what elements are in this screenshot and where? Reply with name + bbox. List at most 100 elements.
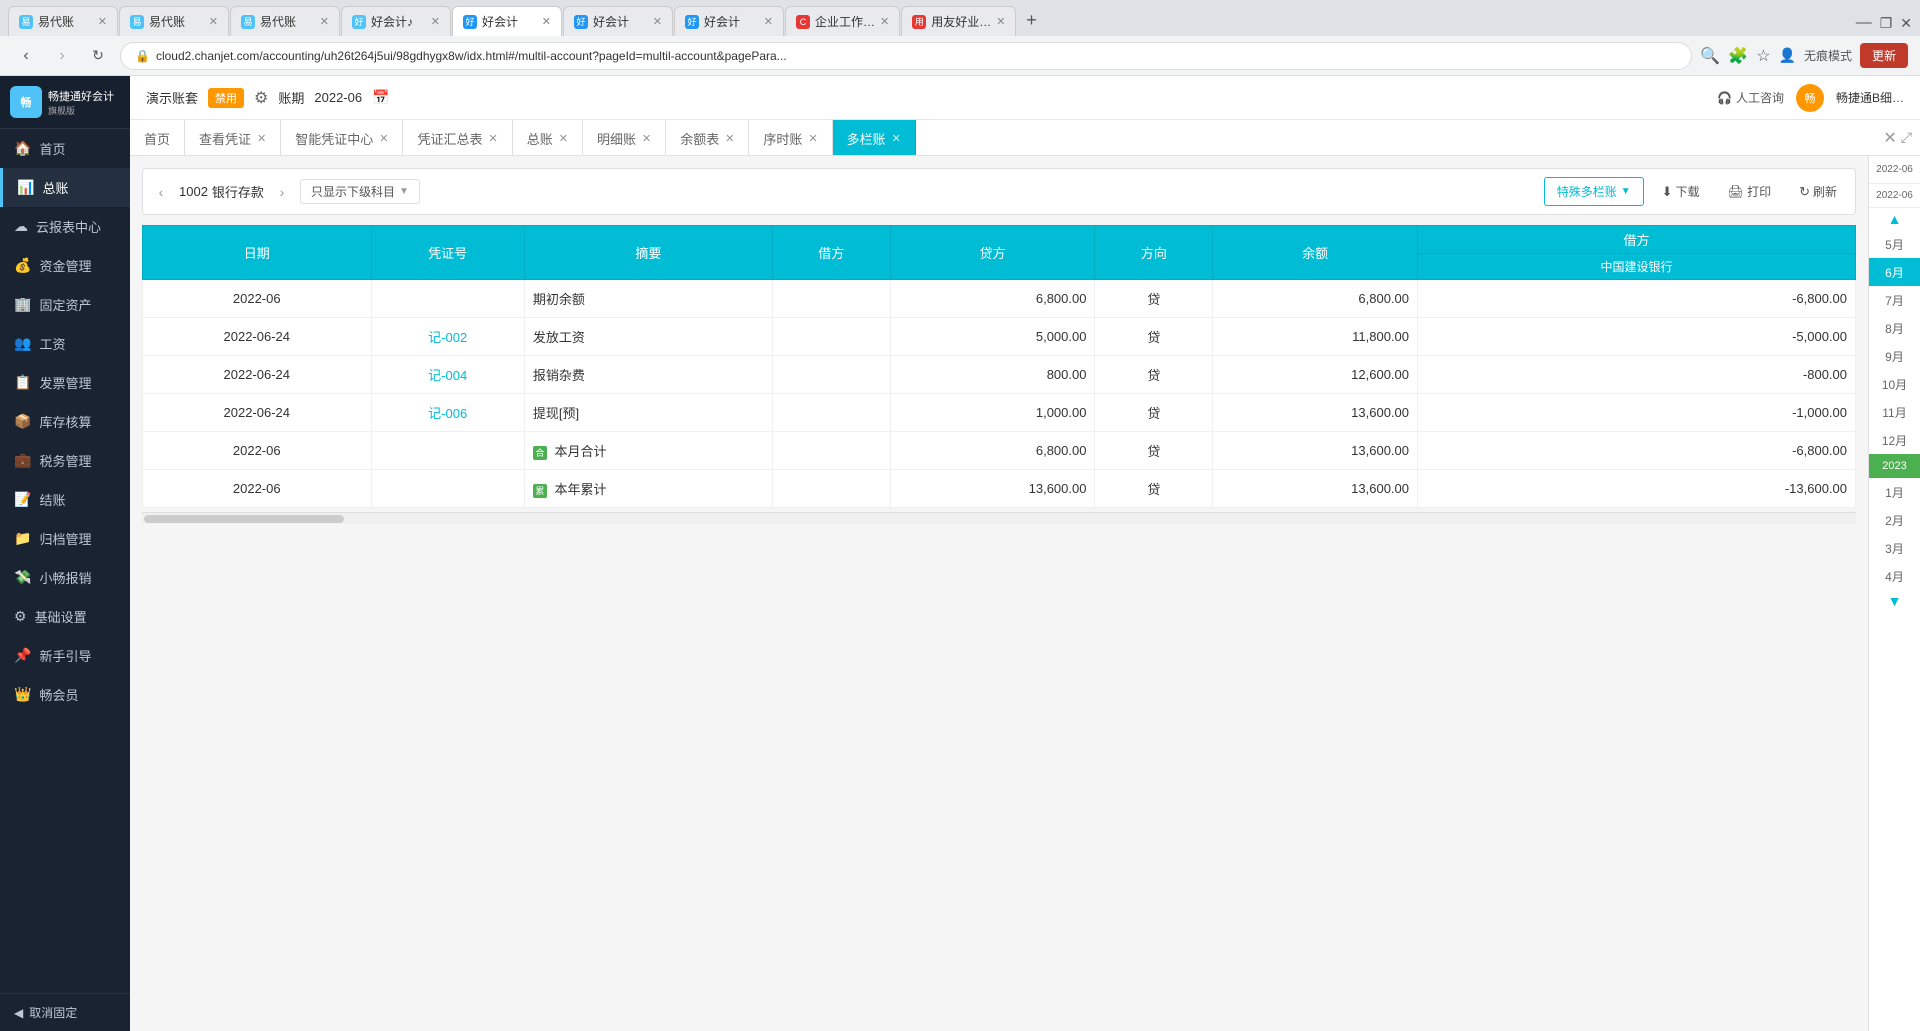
page-tab-smart[interactable]: 智能凭证中心 ✕ bbox=[281, 120, 403, 156]
cal-month-10[interactable]: 10月 bbox=[1869, 370, 1920, 398]
cal-month-1-2023[interactable]: 1月 bbox=[1869, 478, 1920, 506]
cal-month-6[interactable]: 6月 bbox=[1869, 258, 1920, 286]
tab1-close[interactable]: ✕ bbox=[98, 15, 107, 28]
page-tab-summary[interactable]: 凭证汇总表 ✕ bbox=[403, 120, 512, 156]
cal-year-2023-badge[interactable]: 2023 bbox=[1869, 454, 1920, 478]
browser-tab-1[interactable]: 易 易代账 ✕ bbox=[8, 6, 118, 36]
tab-add-button[interactable]: + bbox=[1017, 6, 1045, 34]
browser-tab-5-active[interactable]: 好 好会计 ✕ bbox=[452, 6, 562, 36]
nav-item-assets[interactable]: 🏢 固定资产 bbox=[0, 285, 130, 324]
tab8-close[interactable]: ✕ bbox=[880, 15, 889, 28]
cell-voucher-3[interactable]: 记-006 bbox=[371, 394, 524, 432]
consult-button[interactable]: 🎧 人工咨询 bbox=[1717, 89, 1784, 106]
print-btn[interactable]: 🖨 打印 bbox=[1718, 178, 1782, 205]
tab-expand-icon[interactable]: ⤢ bbox=[1901, 129, 1912, 146]
minimize-icon[interactable]: — bbox=[1856, 14, 1872, 32]
cal-month-11[interactable]: 11月 bbox=[1869, 398, 1920, 426]
cal-month-3-2023[interactable]: 3月 bbox=[1869, 534, 1920, 562]
cell-voucher-2[interactable]: 记-004 bbox=[371, 356, 524, 394]
nav-next-icon[interactable]: › bbox=[272, 182, 292, 202]
back-button[interactable]: ‹ bbox=[12, 42, 40, 70]
url-input[interactable]: 🔒 cloud2.chanjet.com/accounting/uh26t264… bbox=[120, 42, 1692, 70]
page-tab-voucher[interactable]: 查看凭证 ✕ bbox=[185, 120, 281, 156]
cell-voucher-1[interactable]: 记-002 bbox=[371, 318, 524, 356]
tab3-close[interactable]: ✕ bbox=[320, 15, 329, 28]
browser-tab-9[interactable]: 用 用友好业… ✕ bbox=[901, 6, 1016, 36]
nav-item-home[interactable]: 🏠 首页 bbox=[0, 129, 130, 168]
browser-tab-2[interactable]: 易 易代账 ✕ bbox=[119, 6, 229, 36]
tab-collapse-icon[interactable]: ✕ bbox=[1883, 128, 1896, 148]
forward-button[interactable]: › bbox=[48, 42, 76, 70]
h-scrollbar[interactable] bbox=[142, 512, 1856, 524]
update-button[interactable]: 更新 bbox=[1860, 43, 1908, 68]
cal-month-12[interactable]: 12月 bbox=[1869, 426, 1920, 454]
cell-summary-5: 累 本年累计 bbox=[524, 470, 772, 508]
nav-item-member[interactable]: 👑 畅会员 bbox=[0, 675, 130, 714]
nav-item-tax[interactable]: 💼 税务管理 bbox=[0, 441, 130, 480]
cal-month-4-2023[interactable]: 4月 bbox=[1869, 562, 1920, 590]
browser-profile-icon[interactable]: 👤 bbox=[1779, 47, 1796, 64]
browser-tab-7[interactable]: 好 好会计 ✕ bbox=[674, 6, 784, 36]
browser-tab-8[interactable]: C 企业工作… ✕ bbox=[785, 6, 900, 36]
tab4-close[interactable]: ✕ bbox=[431, 15, 440, 28]
cal-month-2-2023[interactable]: 2月 bbox=[1869, 506, 1920, 534]
cal-month-7[interactable]: 7月 bbox=[1869, 286, 1920, 314]
nav-item-invoice[interactable]: 📋 发票管理 bbox=[0, 363, 130, 402]
h-scroll-thumb[interactable] bbox=[144, 515, 344, 523]
nav-item-inventory[interactable]: 📦 库存核算 bbox=[0, 402, 130, 441]
reload-button[interactable]: ↻ bbox=[84, 42, 112, 70]
tab-multicolumn-close[interactable]: ✕ bbox=[892, 132, 901, 145]
nav-prev-icon[interactable]: ‹ bbox=[151, 182, 171, 202]
search-icon[interactable]: 🔍 bbox=[1700, 46, 1720, 66]
nav-item-payroll[interactable]: 👥 工资 bbox=[0, 324, 130, 363]
tab-detail-close[interactable]: ✕ bbox=[642, 132, 651, 145]
tab-bar-collapse[interactable]: ✕ ⤢ bbox=[1875, 120, 1920, 155]
cal-scroll-down[interactable]: ▼ bbox=[1869, 590, 1920, 612]
download-btn[interactable]: ⬇ 下载 bbox=[1652, 178, 1710, 205]
browser-tab-4[interactable]: 好 好会计♪ ✕ bbox=[341, 6, 451, 36]
sub-filter[interactable]: 只显示下级科目 ▼ bbox=[300, 179, 420, 204]
tab6-close[interactable]: ✕ bbox=[653, 15, 662, 28]
bookmark-icon[interactable]: ☆ bbox=[1756, 46, 1770, 66]
page-tab-general[interactable]: 总账 ✕ bbox=[513, 120, 583, 156]
sidebar-pin[interactable]: ◀ 取消固定 bbox=[0, 993, 130, 1031]
cal-scroll-up[interactable]: ▲ bbox=[1869, 208, 1920, 230]
nav-item-guide[interactable]: 📌 新手引导 bbox=[0, 636, 130, 675]
page-tab-detail[interactable]: 明细账 ✕ bbox=[583, 120, 666, 156]
tab-sequence-close[interactable]: ✕ bbox=[808, 132, 817, 145]
nav-item-cloud[interactable]: ☁ 云报表中心 bbox=[0, 207, 130, 246]
nav-item-expense[interactable]: 💸 小畅报销 bbox=[0, 558, 130, 597]
nav-item-ledger[interactable]: 📊 总账 bbox=[0, 168, 130, 207]
tab-general-close[interactable]: ✕ bbox=[559, 132, 568, 145]
nav-item-settings[interactable]: ⚙ 基础设置 bbox=[0, 597, 130, 636]
page-tab-sequence[interactable]: 序时账 ✕ bbox=[749, 120, 832, 156]
account-selector[interactable]: 1002 银行存款 bbox=[179, 182, 264, 201]
calendar-icon[interactable]: 📅 bbox=[372, 89, 389, 106]
cal-month-8[interactable]: 8月 bbox=[1869, 314, 1920, 342]
tab-voucher-close[interactable]: ✕ bbox=[257, 132, 266, 145]
tab2-close[interactable]: ✕ bbox=[209, 15, 218, 28]
cal-month-5[interactable]: 5月 bbox=[1869, 230, 1920, 258]
nav-item-archive[interactable]: 📁 归档管理 bbox=[0, 519, 130, 558]
tab-balance-close[interactable]: ✕ bbox=[725, 132, 734, 145]
logo-sub: 旗舰版 bbox=[48, 104, 114, 117]
refresh-btn[interactable]: ↻ 刷新 bbox=[1789, 178, 1847, 205]
tab9-close[interactable]: ✕ bbox=[996, 15, 1005, 28]
page-tab-multicolumn[interactable]: 多栏账 ✕ bbox=[833, 120, 916, 156]
maximize-icon[interactable]: ❐ bbox=[1880, 15, 1893, 32]
tab-smart-close[interactable]: ✕ bbox=[379, 132, 388, 145]
topbar-settings-icon[interactable]: ⚙ bbox=[254, 88, 268, 108]
page-tab-balance[interactable]: 余额表 ✕ bbox=[666, 120, 749, 156]
special-btn[interactable]: 特殊多栏账 ▼ bbox=[1544, 177, 1644, 206]
tab5-close[interactable]: ✕ bbox=[542, 15, 551, 28]
tab-summary-close[interactable]: ✕ bbox=[489, 132, 498, 145]
tab7-close[interactable]: ✕ bbox=[764, 15, 773, 28]
cal-month-9[interactable]: 9月 bbox=[1869, 342, 1920, 370]
close-icon[interactable]: ✕ bbox=[1900, 15, 1912, 32]
nav-item-close[interactable]: 📝 结账 bbox=[0, 480, 130, 519]
page-tab-home[interactable]: 首页 bbox=[130, 120, 185, 156]
browser-tab-3[interactable]: 易 易代账 ✕ bbox=[230, 6, 340, 36]
extension-icon[interactable]: 🧩 bbox=[1728, 46, 1748, 66]
browser-tab-6[interactable]: 好 好会计 ✕ bbox=[563, 6, 673, 36]
nav-item-fund[interactable]: 💰 资金管理 bbox=[0, 246, 130, 285]
